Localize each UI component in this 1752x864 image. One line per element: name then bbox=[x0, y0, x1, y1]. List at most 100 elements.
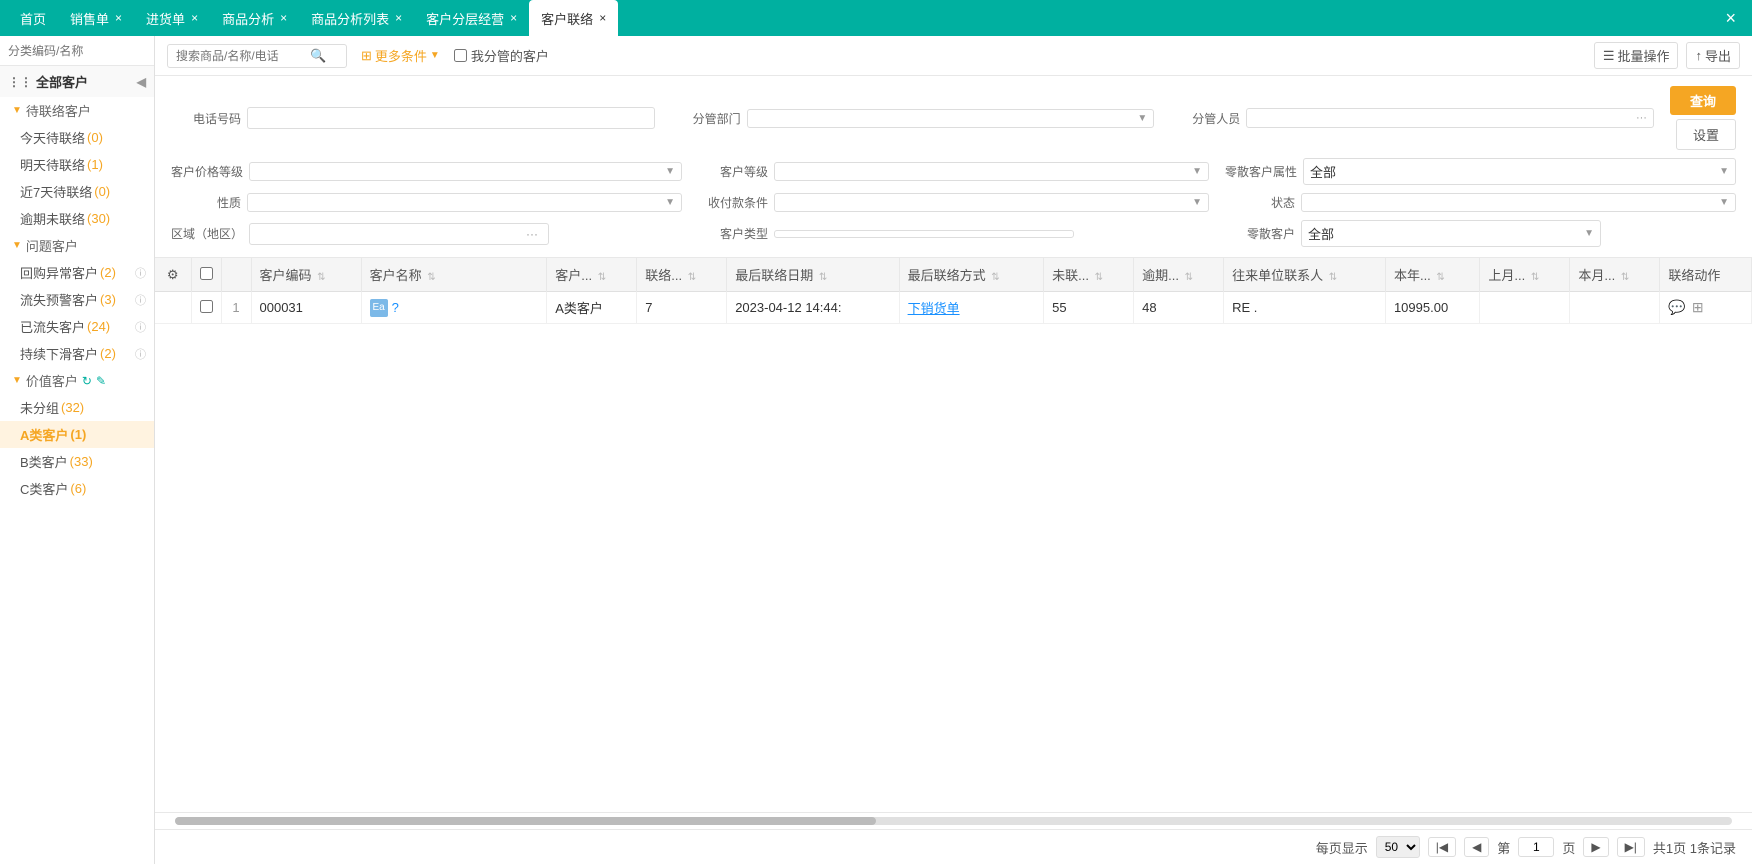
first-page-btn[interactable]: |◀ bbox=[1428, 837, 1456, 857]
sidebar-item-c-class[interactable]: C类客户 (6) bbox=[0, 475, 154, 502]
th-last-contact-method[interactable]: 最后联络方式 ⇅ bbox=[899, 258, 1044, 292]
close-tab-customer-tier[interactable]: × bbox=[510, 11, 517, 25]
filter-payment-select[interactable]: ▼ bbox=[774, 193, 1209, 212]
filter-retail-attr-select[interactable]: 全部 ▼ bbox=[1303, 158, 1736, 185]
th-this-year[interactable]: 本年... ⇅ bbox=[1385, 258, 1479, 292]
filter-search-icon[interactable]: 🔍 bbox=[310, 48, 326, 64]
th-unit-contacts[interactable]: 往来单位联系人 ⇅ bbox=[1224, 258, 1386, 292]
close-all-tabs[interactable]: × bbox=[1717, 8, 1744, 29]
sidebar-collapse-icon[interactable]: ◀ bbox=[137, 75, 146, 89]
td-row-gear bbox=[155, 292, 191, 324]
filter-nature-select[interactable]: ▼ bbox=[247, 193, 682, 212]
filter-customer-type-select[interactable] bbox=[774, 230, 1074, 238]
export-btn[interactable]: ↑ 导出 bbox=[1686, 42, 1740, 69]
refresh-icon[interactable]: ↻ bbox=[82, 374, 92, 388]
sidebar-item-tomorrow[interactable]: 明天待联络 (1) bbox=[0, 151, 154, 178]
sidebar-all-customers[interactable]: ⋮⋮ 全部客户 ◀ bbox=[0, 66, 154, 97]
nav-tab-product-analysis[interactable]: 商品分析 × bbox=[210, 0, 299, 36]
last-contact-method-link[interactable]: 下销货单 bbox=[908, 301, 960, 316]
pending-arrow-icon: ▼ bbox=[12, 105, 22, 116]
sidebar-value-group[interactable]: ▼ 价值客户 ↻ ✎ bbox=[0, 367, 154, 394]
page-input[interactable] bbox=[1518, 837, 1554, 857]
close-tab-salesorder[interactable]: × bbox=[115, 11, 122, 25]
sidebar-item-a-class[interactable]: A类客户 (1) bbox=[0, 421, 154, 448]
th-last-contact-date[interactable]: 最后联络日期 ⇅ bbox=[727, 258, 899, 292]
query-btn[interactable]: 查询 bbox=[1670, 86, 1736, 115]
region-dots-icon[interactable]: ··· bbox=[522, 227, 542, 241]
nav-tab-salesorder[interactable]: 销售单 × bbox=[58, 0, 134, 36]
batch-ops-btn[interactable]: ☰ 批量操作 bbox=[1594, 42, 1679, 69]
gear-icon[interactable]: ⚙ bbox=[167, 267, 179, 282]
next-page-btn[interactable]: ▶ bbox=[1583, 837, 1608, 857]
nav-tab-purchase[interactable]: 进货单 × bbox=[134, 0, 210, 36]
filter-region-select[interactable]: ··· bbox=[249, 223, 549, 245]
filter-price-level-field: 客户价格等级 ▼ bbox=[171, 162, 682, 181]
sidebar-item-churned[interactable]: 已流失客户 (24) ⓘ bbox=[0, 313, 154, 340]
sort-icon-contacts: ⇅ bbox=[688, 272, 696, 283]
nav-tab-customer-contact[interactable]: 客户联络 × bbox=[529, 0, 618, 36]
th-contacts[interactable]: 联络... ⇅ bbox=[637, 258, 727, 292]
nav-home[interactable]: 首页 bbox=[8, 0, 58, 36]
settings-btn[interactable]: 设置 bbox=[1676, 119, 1736, 150]
td-row-checkbox[interactable] bbox=[191, 292, 221, 324]
th-customer-name[interactable]: 客户名称 ⇅ bbox=[361, 258, 547, 292]
th-customer-code[interactable]: 客户编码 ⇅ bbox=[251, 258, 361, 292]
th-checkbox[interactable] bbox=[191, 258, 221, 292]
filter-dept-select[interactable]: ▼ bbox=[747, 109, 1155, 128]
sidebar-item-b-class[interactable]: B类客户 (33) bbox=[0, 448, 154, 475]
filter-customer-type-field: 客户类型 bbox=[698, 225, 1209, 242]
close-tab-product-list[interactable]: × bbox=[395, 11, 402, 25]
filter-price-level-select[interactable]: ▼ bbox=[249, 162, 682, 181]
sidebar-pending-group[interactable]: ▼ 待联络客户 bbox=[0, 97, 154, 124]
filter-status-label: 状态 bbox=[1225, 194, 1295, 211]
customer-name-text[interactable]: ? bbox=[392, 300, 399, 315]
qrcode-icon[interactable]: ⊞ bbox=[1692, 299, 1704, 316]
sidebar-item-today[interactable]: 今天待联络 (0) bbox=[0, 124, 154, 151]
select-all-checkbox[interactable] bbox=[200, 267, 213, 280]
edit-icon[interactable]: ✎ bbox=[96, 374, 106, 388]
prev-page-btn[interactable]: ◀ bbox=[1464, 837, 1489, 857]
filter-customer-level-select[interactable]: ▼ bbox=[774, 162, 1209, 181]
filter-more-btn[interactable]: ⊞ 更多条件 ▼ bbox=[355, 43, 446, 68]
th-no-contact[interactable]: 未联... ⇅ bbox=[1044, 258, 1134, 292]
nav-tab-customer-tier[interactable]: 客户分层经营 × bbox=[414, 0, 529, 36]
close-tab-product-analysis[interactable]: × bbox=[280, 11, 287, 25]
sidebar-item-repurchase-anomaly[interactable]: 回购异常客户 (2) ⓘ bbox=[0, 259, 154, 286]
td-this-year: 10995.00 bbox=[1385, 292, 1479, 324]
td-last-contact-method: 下销货单 bbox=[899, 292, 1044, 324]
filter-status-select[interactable]: ▼ bbox=[1301, 193, 1736, 212]
sidebar-item-overdue[interactable]: 逾期未联络 (30) bbox=[0, 205, 154, 232]
th-rownum bbox=[221, 258, 251, 292]
th-customer-code-label: 客户编码 bbox=[260, 268, 312, 283]
my-customers-checkbox-label[interactable]: 我分管的客户 bbox=[454, 46, 549, 65]
sort-icon-method: ⇅ bbox=[991, 272, 999, 283]
sidebar-problem-group[interactable]: ▼ 问题客户 bbox=[0, 232, 154, 259]
th-last-month[interactable]: 上月... ⇅ bbox=[1480, 258, 1570, 292]
th-overdue[interactable]: 逾期... ⇅ bbox=[1134, 258, 1224, 292]
sidebar-item-7days[interactable]: 近7天待联络 (0) bbox=[0, 178, 154, 205]
nav-tab-product-list[interactable]: 商品分析列表 × bbox=[299, 0, 414, 36]
filter-personnel-select[interactable]: ··· bbox=[1246, 108, 1654, 128]
last-page-btn[interactable]: ▶| bbox=[1617, 837, 1645, 857]
close-tab-customer-contact[interactable]: × bbox=[599, 11, 606, 25]
th-this-month[interactable]: 本月... ⇅ bbox=[1570, 258, 1660, 292]
sidebar-item-churn-warning[interactable]: 流失预警客户 (3) ⓘ bbox=[0, 286, 154, 313]
close-tab-purchase[interactable]: × bbox=[191, 11, 198, 25]
per-page-select[interactable]: 50 bbox=[1376, 836, 1420, 858]
my-customers-checkbox[interactable] bbox=[454, 49, 467, 62]
filter-row-4: 区域（地区） ··· 客户类型 零散客户 全部 ▼ bbox=[171, 220, 1736, 247]
sort-icon-unit: ⇅ bbox=[1329, 272, 1337, 283]
filter-retail-customer-select[interactable]: 全部 ▼ bbox=[1301, 220, 1601, 247]
scrollbar-thumb[interactable] bbox=[175, 817, 876, 825]
th-settings[interactable]: ⚙ bbox=[155, 258, 191, 292]
sidebar-search-input[interactable] bbox=[8, 44, 155, 58]
comment-icon[interactable]: 💬 bbox=[1668, 299, 1685, 316]
filter-phone-input[interactable] bbox=[247, 107, 655, 129]
th-customer-level[interactable]: 客户... ⇅ bbox=[547, 258, 637, 292]
row-checkbox[interactable] bbox=[200, 300, 213, 313]
sidebar-item-declining[interactable]: 持续下滑客户 (2) ⓘ bbox=[0, 340, 154, 367]
filter-search-input[interactable] bbox=[176, 49, 306, 63]
problem-arrow-icon: ▼ bbox=[12, 240, 22, 251]
sidebar-item-ungrouped[interactable]: 未分组 (32) bbox=[0, 394, 154, 421]
td-contacts: 7 bbox=[637, 292, 727, 324]
